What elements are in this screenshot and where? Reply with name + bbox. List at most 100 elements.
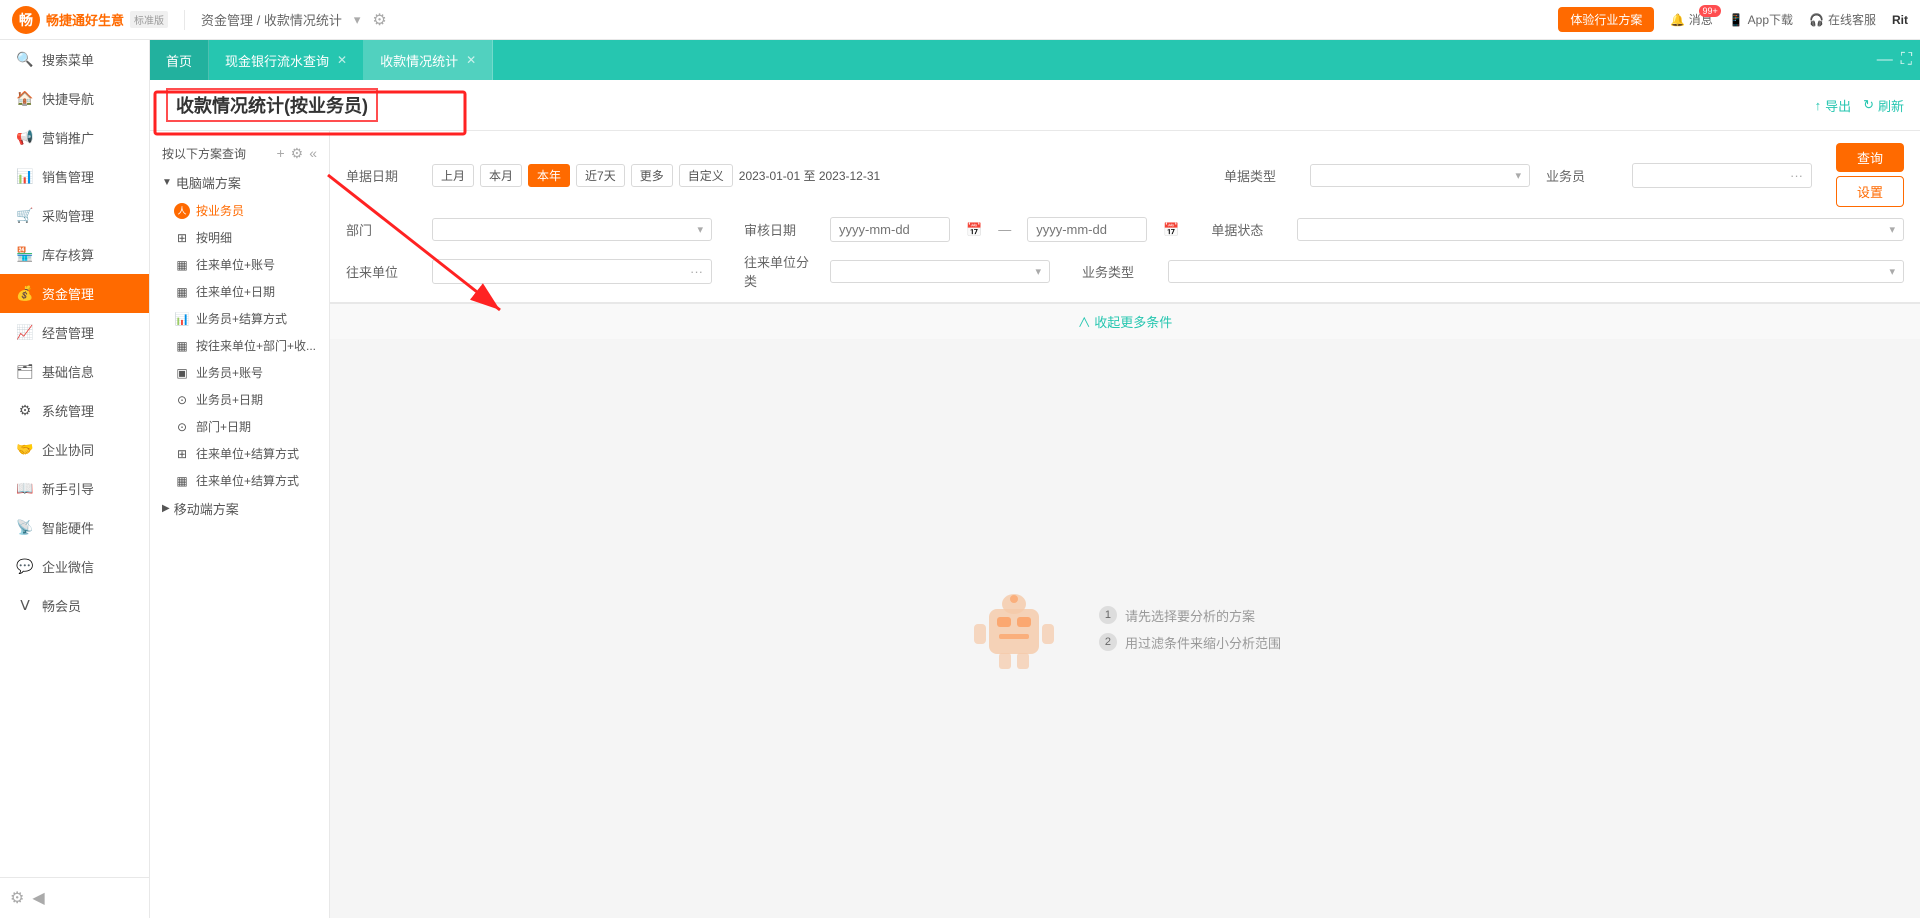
export-btn[interactable]: ↑ 导出	[1815, 96, 1852, 115]
scheme-item-salesperson-settlement[interactable]: 📊 业务员+结算方式	[150, 305, 329, 332]
biztype-select[interactable]: ▾	[1168, 260, 1904, 283]
settings-btn[interactable]: 设置	[1836, 176, 1904, 207]
tab-bar-right: — ⛶	[1877, 51, 1920, 69]
date-btn-thismonth[interactable]: 本月	[480, 164, 522, 187]
partnercategory-chevron-icon: ▾	[1035, 265, 1041, 278]
sidebar-item-sales[interactable]: 📊 销售管理	[0, 157, 149, 196]
scheme-collapse-btn[interactable]: «	[309, 145, 317, 162]
sidebar-settings-icon[interactable]: ⚙	[10, 888, 24, 908]
query-btn[interactable]: 查询	[1836, 143, 1904, 172]
docstatus-select[interactable]: ▾	[1297, 218, 1904, 241]
refresh-btn[interactable]: ↻ 刷新	[1863, 96, 1904, 115]
sidebar-item-smarthw[interactable]: 📡 智能硬件	[0, 508, 149, 547]
partner-settlement2-icon: ▦	[174, 473, 190, 489]
sidebar-item-baseinfo[interactable]: 🗂 基础信息	[0, 352, 149, 391]
wechat-icon: 💬	[16, 558, 34, 576]
collapse-more-btn[interactable]: ∧ 收起更多条件	[330, 303, 1920, 339]
calendar-icon-2[interactable]: 📅	[1163, 222, 1179, 238]
filter-panel: 单据日期 上月 本月 本年 近7天 更多 自定义 2023-01-01 至 20…	[330, 131, 1920, 303]
scheme-group-desktop-title[interactable]: ▼ 电脑端方案	[150, 168, 329, 197]
add-scheme-btn[interactable]: +	[276, 145, 284, 162]
sidebar-item-member[interactable]: Ⅴ 畅会员	[0, 586, 149, 625]
smarthw-icon: 📡	[16, 519, 34, 537]
scheme-item-salesperson-account[interactable]: ▣ 业务员+账号	[150, 359, 329, 386]
scheme-item-partner-date[interactable]: ▦ 往来单位+日期	[150, 278, 329, 305]
docstatus-label: 单据状态	[1211, 220, 1281, 239]
scheme-item-by-partner-dept[interactable]: ▦ 按往来单位+部门+收...	[150, 332, 329, 359]
date-btn-7days[interactable]: 近7天	[576, 164, 625, 187]
sidebar-item-purchase[interactable]: 🛒 采购管理	[0, 196, 149, 235]
scheme-item-by-detail[interactable]: ⊞ 按明细	[150, 224, 329, 251]
tab-bankflow-close[interactable]: ✕	[337, 53, 347, 67]
date-btn-lastmonth[interactable]: 上月	[432, 164, 474, 187]
date-label: 单据日期	[346, 166, 416, 185]
scheme-item-partner-settlement2[interactable]: ▦ 往来单位+结算方式	[150, 467, 329, 494]
dropdown-icon[interactable]: ▾	[354, 12, 361, 28]
doctype-label: 单据类型	[1224, 166, 1294, 185]
page-actions: ↑ 导出 ↻ 刷新	[1815, 96, 1904, 115]
scheme-settings-btn[interactable]: ⚙	[291, 145, 304, 162]
bell-icon: 🔔	[1670, 13, 1685, 27]
sidebar-item-enterprise[interactable]: 🤝 企业协同	[0, 430, 149, 469]
sidebar-collapse-icon[interactable]: ◀	[32, 888, 44, 908]
dept-select[interactable]: ▾	[432, 218, 712, 241]
partner-category-select[interactable]: ▾	[830, 260, 1050, 283]
tab-minimize-icon[interactable]: —	[1877, 51, 1893, 69]
sidebar-item-quicknav[interactable]: 🏠 快捷导航	[0, 79, 149, 118]
biztype-chevron-icon: ▾	[1889, 265, 1895, 278]
sidebar-item-wechat[interactable]: 💬 企业微信	[0, 547, 149, 586]
salesperson-select[interactable]: ···	[1632, 163, 1812, 188]
empty-robot-icon	[969, 579, 1059, 679]
quicknav-icon: 🏠	[16, 90, 34, 108]
review-date-end[interactable]	[1027, 217, 1147, 242]
sidebar-item-guide[interactable]: 📖 新手引导	[0, 469, 149, 508]
partner-select[interactable]: ···	[432, 259, 712, 284]
partner-more-icon[interactable]: ···	[690, 264, 703, 279]
date-btn-more[interactable]: 更多	[631, 164, 673, 187]
scheme-item-by-salesperson[interactable]: 人 按业务员	[150, 197, 329, 224]
tab-home[interactable]: 首页	[150, 40, 209, 80]
empty-tip-1: 1 请先选择要分析的方案	[1099, 606, 1281, 625]
sidebar-item-sysmgmt[interactable]: ⚙ 系统管理	[0, 391, 149, 430]
partner-date-icon: ▦	[174, 284, 190, 300]
export-icon: ↑	[1815, 98, 1822, 113]
date-btn-thisyear[interactable]: 本年	[528, 164, 570, 187]
review-date-start[interactable]	[830, 217, 950, 242]
work-area: 按以下方案查询 + ⚙ « ▼ 电脑端方案 人	[150, 131, 1920, 918]
review-date-label: 审核日期	[744, 220, 814, 239]
scheme-item-partner-account[interactable]: ▦ 往来单位+账号	[150, 251, 329, 278]
online-service[interactable]: 🎧 在线客服	[1809, 11, 1876, 28]
tab-collection-close[interactable]: ✕	[466, 53, 476, 67]
settings-icon[interactable]: ⚙	[372, 10, 386, 30]
app-download[interactable]: 📱 App下载	[1729, 11, 1793, 28]
scheme-item-partner-settlement[interactable]: ⊞ 往来单位+结算方式	[150, 440, 329, 467]
tab-fullscreen-icon[interactable]: ⛶	[1901, 51, 1912, 69]
user-name[interactable]: Rit	[1892, 13, 1908, 27]
sidebar-item-marketing[interactable]: 📢 营销推广	[0, 118, 149, 157]
sidebar-item-operation[interactable]: 📈 经营管理	[0, 313, 149, 352]
scheme-group-mobile-title[interactable]: ▶ 移动端方案	[150, 494, 329, 523]
tip-num-2: 2	[1099, 633, 1117, 651]
partner-category-label: 往来单位分类	[744, 252, 814, 290]
doctype-select[interactable]: ▾	[1310, 164, 1530, 187]
baseinfo-icon: 🗂	[16, 363, 34, 381]
sidebar-item-inventory[interactable]: 🏪 库存核算	[0, 235, 149, 274]
salesperson-more-icon[interactable]: ···	[1790, 168, 1803, 183]
tab-bankflow[interactable]: 现金银行流水查询 ✕	[209, 40, 364, 80]
salesperson-icon: 人	[174, 203, 190, 219]
fund-icon: 💰	[16, 285, 34, 303]
scheme-item-salesperson-date[interactable]: ⊙ 业务员+日期	[150, 386, 329, 413]
tab-collection[interactable]: 收款情况统计 ✕	[364, 40, 493, 80]
scheme-item-dept-date[interactable]: ⊙ 部门+日期	[150, 413, 329, 440]
scheme-panel-title: 按以下方案查询	[162, 145, 246, 162]
filter-row-1: 单据日期 上月 本月 本年 近7天 更多 自定义 2023-01-01 至 20…	[346, 143, 1904, 207]
notification-area[interactable]: 🔔 消息 99+	[1670, 11, 1712, 28]
sysmgmt-icon: ⚙	[16, 402, 34, 420]
calendar-icon-1[interactable]: 📅	[966, 222, 982, 238]
trial-btn[interactable]: 体验行业方案	[1558, 7, 1654, 32]
scheme-panel: 按以下方案查询 + ⚙ « ▼ 电脑端方案 人	[150, 131, 330, 918]
sidebar-item-search[interactable]: 🔍 搜索菜单	[0, 40, 149, 79]
date-btn-custom[interactable]: 自定义	[679, 164, 733, 187]
empty-state: 1 请先选择要分析的方案 2 用过滤条件来缩小分析范围	[929, 539, 1321, 719]
sidebar-item-fund[interactable]: 💰 资金管理	[0, 274, 149, 313]
